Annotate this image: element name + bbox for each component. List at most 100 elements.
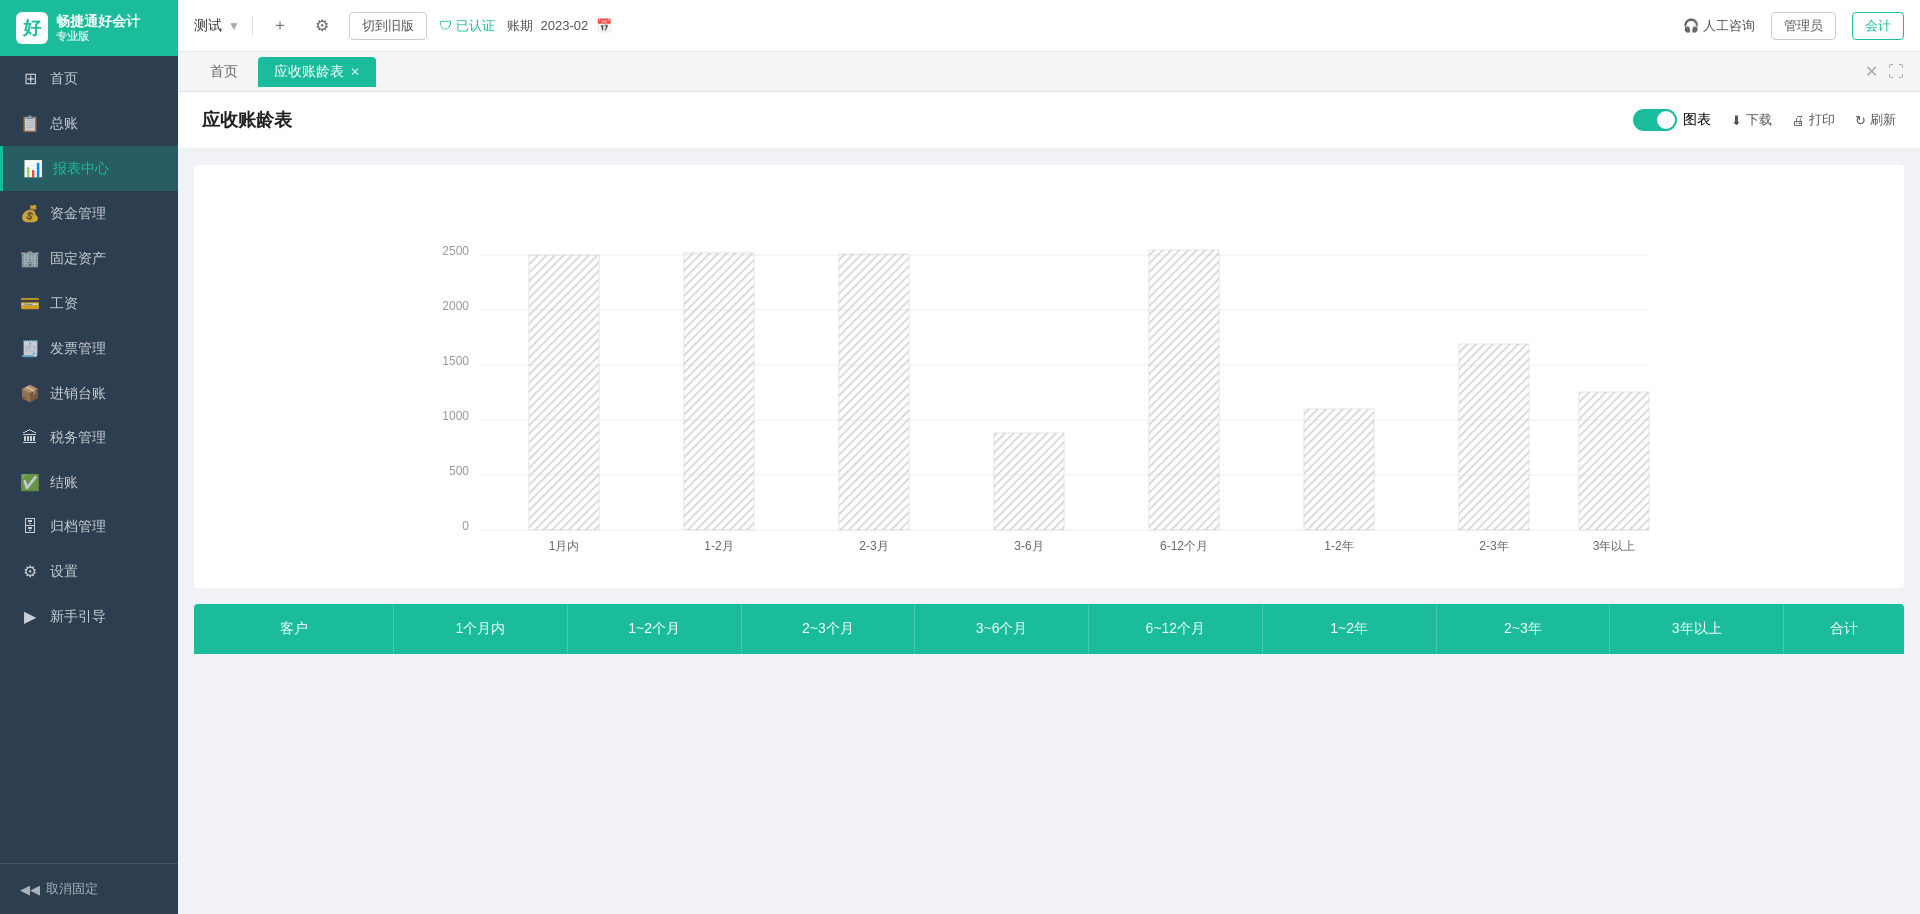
svg-rect-13 xyxy=(529,255,599,530)
sidebar-item-label: 进销台账 xyxy=(50,385,106,403)
verified-text: 已认证 xyxy=(456,17,495,35)
download-btn[interactable]: ⬇ 下载 xyxy=(1731,111,1772,129)
salary-icon: 💳 xyxy=(20,294,40,313)
close-window-btn[interactable]: ✕ xyxy=(1865,62,1878,81)
table-header: 客户 1个月内 1~2个月 2~3个月 3~6个月 6~12个月 1~2年 2~… xyxy=(194,604,1904,654)
sidebar-item-home[interactable]: ⊞ 首页 xyxy=(0,56,178,101)
tab-label: 应收账龄表 xyxy=(274,63,344,81)
sidebar: 好 畅捷通好会计 专业版 ⊞ 首页 📋 总账 📊 报表中心 💰 资金管理 🏢 固… xyxy=(0,0,178,914)
ledger-icon: 📋 xyxy=(20,114,40,133)
tabs-bar: 首页 应收账龄表 ✕ ✕ ⛶ xyxy=(178,52,1920,92)
sidebar-item-guide[interactable]: ▶ 新手引导 xyxy=(0,594,178,639)
col-3-6month: 3~6个月 xyxy=(915,604,1089,654)
sidebar-item-settings[interactable]: ⚙ 设置 xyxy=(0,549,178,594)
shield-icon: 🛡 xyxy=(439,18,452,33)
period-value: 2023-02 xyxy=(541,18,589,33)
chart-toggle[interactable]: 图表 xyxy=(1633,109,1711,131)
svg-text:2-3月: 2-3月 xyxy=(859,539,888,553)
col-1month: 1个月内 xyxy=(394,604,568,654)
print-label: 打印 xyxy=(1809,111,1835,129)
sidebar-item-label: 税务管理 xyxy=(50,429,106,447)
sidebar-item-label: 报表中心 xyxy=(53,160,109,178)
cancel-fixed-label: 取消固定 xyxy=(46,880,98,898)
topbar: 测试 ▼ ＋ ⚙ 切到旧版 🛡 已认证 账期 2023-02 📅 🎧 人工咨询 … xyxy=(178,0,1920,52)
project-name: 测试 xyxy=(194,17,222,35)
role-btn[interactable]: 会计 xyxy=(1852,12,1904,40)
sidebar-bottom: ◀◀ 取消固定 xyxy=(0,863,178,914)
tab-close-icon[interactable]: ✕ xyxy=(350,65,360,79)
expand-window-btn[interactable]: ⛶ xyxy=(1888,63,1904,81)
assets-icon: 🏢 xyxy=(20,249,40,268)
topbar-right: 🎧 人工咨询 管理员 会计 xyxy=(1683,12,1904,40)
svg-text:2000: 2000 xyxy=(442,299,469,313)
svg-text:1500: 1500 xyxy=(442,354,469,368)
sidebar-item-assets[interactable]: 🏢 固定资产 xyxy=(0,236,178,281)
divider1 xyxy=(252,16,253,36)
refresh-btn[interactable]: ↻ 刷新 xyxy=(1855,111,1896,129)
sidebar-item-inventory[interactable]: 📦 进销台账 xyxy=(0,371,178,416)
col-2-3month: 2~3个月 xyxy=(742,604,916,654)
sidebar-item-ledger[interactable]: 📋 总账 xyxy=(0,101,178,146)
sidebar-item-tax[interactable]: 🏛 税务管理 xyxy=(0,416,178,460)
svg-text:1-2年: 1-2年 xyxy=(1324,539,1353,553)
col-customer: 客户 xyxy=(194,604,394,654)
col-3plus-year: 3年以上 xyxy=(1610,604,1784,654)
period-display: 账期 2023-02 📅 xyxy=(507,17,612,35)
sidebar-item-salary[interactable]: 💳 工资 xyxy=(0,281,178,326)
settings-icon: ⚙ xyxy=(20,562,40,581)
svg-rect-17 xyxy=(839,254,909,530)
sidebar-nav: ⊞ 首页 📋 总账 📊 报表中心 💰 资金管理 🏢 固定资产 💳 工资 🧾 发票… xyxy=(0,56,178,863)
headset-icon: 🎧 xyxy=(1683,18,1699,33)
report-header: 应收账龄表 图表 ⬇ 下载 🖨 打印 ↻ 刷新 xyxy=(178,92,1920,149)
svg-text:1月内: 1月内 xyxy=(549,539,580,553)
app-name: 畅捷通好会计 xyxy=(56,13,140,30)
sidebar-item-funds[interactable]: 💰 资金管理 xyxy=(0,191,178,236)
report-actions: 图表 ⬇ 下载 🖨 打印 ↻ 刷新 xyxy=(1633,109,1896,131)
svg-rect-27 xyxy=(1579,392,1649,530)
cancel-fixed-btn[interactable]: ◀◀ 取消固定 xyxy=(16,874,162,904)
consult-btn[interactable]: 🎧 人工咨询 xyxy=(1683,17,1755,35)
switch-version-btn[interactable]: 切到旧版 xyxy=(349,12,427,40)
svg-text:3年以上: 3年以上 xyxy=(1593,539,1636,553)
page-content: 应收账龄表 图表 ⬇ 下载 🖨 打印 ↻ 刷新 xyxy=(178,92,1920,914)
sidebar-item-label: 发票管理 xyxy=(50,340,106,358)
refresh-label: 刷新 xyxy=(1870,111,1896,129)
tab-home[interactable]: 首页 xyxy=(194,57,254,87)
bar-chart: 0 500 1000 1500 2000 2500 xyxy=(214,185,1884,565)
print-icon: 🖨 xyxy=(1792,113,1805,128)
consult-label: 人工咨询 xyxy=(1703,17,1755,35)
svg-rect-23 xyxy=(1304,409,1374,530)
refresh-icon: ↻ xyxy=(1855,113,1866,128)
print-btn[interactable]: 🖨 打印 xyxy=(1792,111,1835,129)
svg-rect-21 xyxy=(1149,250,1219,530)
download-label: 下载 xyxy=(1746,111,1772,129)
sidebar-item-label: 归档管理 xyxy=(50,518,106,536)
svg-text:0: 0 xyxy=(462,519,469,533)
sidebar-item-archive[interactable]: 🗄 归档管理 xyxy=(0,505,178,549)
sidebar-item-invoice[interactable]: 🧾 发票管理 xyxy=(0,326,178,371)
user-btn[interactable]: 管理员 xyxy=(1771,12,1836,40)
tab-label: 首页 xyxy=(210,63,238,81)
tax-icon: 🏛 xyxy=(20,429,40,447)
sidebar-item-label: 设置 xyxy=(50,563,78,581)
tab-aging[interactable]: 应收账龄表 ✕ xyxy=(258,57,376,87)
settings-btn[interactable]: ⚙ xyxy=(307,11,337,41)
col-total: 合计 xyxy=(1784,604,1904,654)
archive-icon: 🗄 xyxy=(20,518,40,536)
svg-text:1-2月: 1-2月 xyxy=(704,539,733,553)
sidebar-item-checkout[interactable]: ✅ 结账 xyxy=(0,460,178,505)
toggle-switch[interactable] xyxy=(1633,109,1677,131)
app-logo: 好 畅捷通好会计 专业版 xyxy=(0,0,178,56)
guide-icon: ▶ xyxy=(20,607,40,626)
svg-text:6-12个月: 6-12个月 xyxy=(1160,539,1208,553)
calendar-icon[interactable]: 📅 xyxy=(596,18,612,33)
add-btn[interactable]: ＋ xyxy=(265,11,295,41)
project-selector[interactable]: 测试 ▼ xyxy=(194,17,240,35)
sidebar-item-label: 工资 xyxy=(50,295,78,313)
col-1-2year: 1~2年 xyxy=(1263,604,1437,654)
checkout-icon: ✅ xyxy=(20,473,40,492)
sidebar-item-report[interactable]: 📊 报表中心 xyxy=(0,146,178,191)
col-6-12month: 6~12个月 xyxy=(1089,604,1263,654)
chevron-down-icon: ▼ xyxy=(228,19,240,33)
svg-rect-25 xyxy=(1459,344,1529,530)
